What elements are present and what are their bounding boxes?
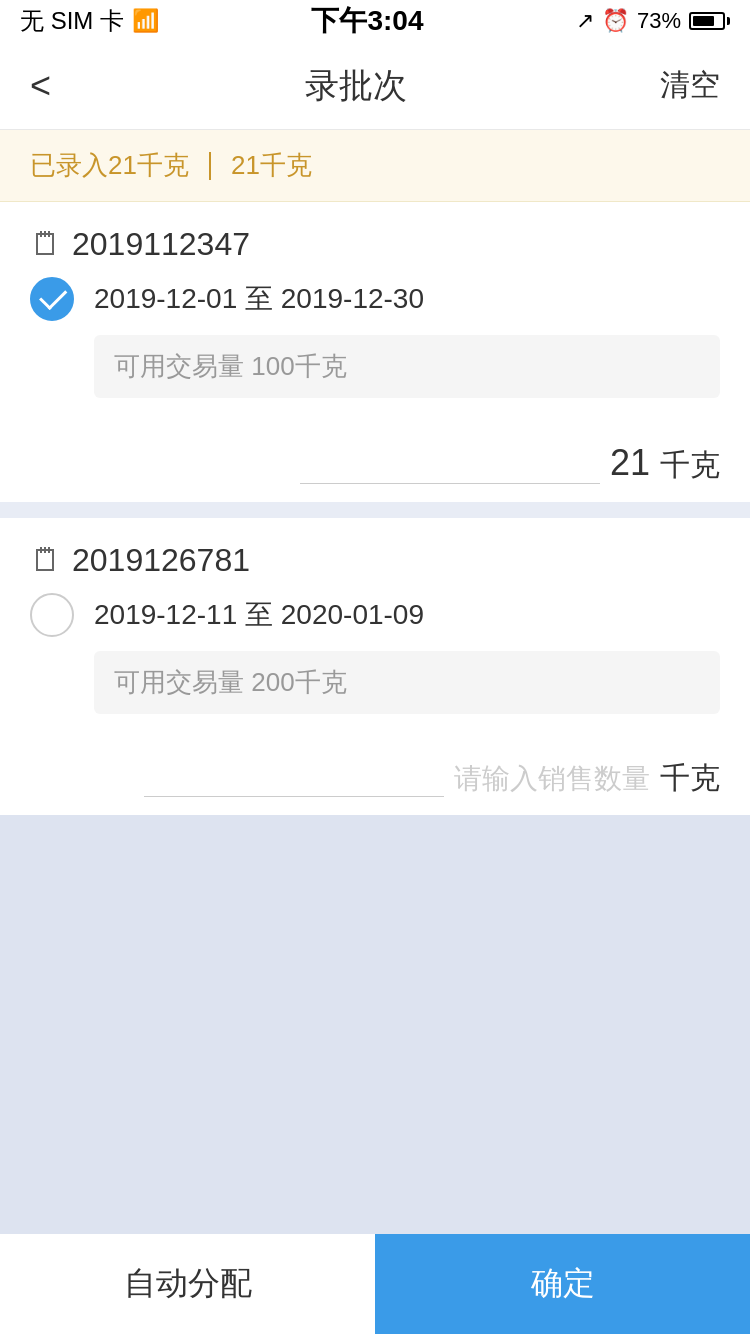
- page-title: 录批次: [305, 63, 407, 109]
- confirm-button[interactable]: 确定: [375, 1234, 750, 1334]
- batch-2-input-row: 请输入销售数量 千克: [0, 748, 750, 815]
- batch-2-icon: 🗒: [30, 542, 62, 579]
- batch-1-amount[interactable]: 21: [610, 442, 650, 484]
- batch-1-amount-row: 21 千克: [0, 432, 750, 502]
- batch-1-unit: 千克: [660, 445, 720, 486]
- batch-2-container: 🗒 2019126781 2019-12-11 至 2020-01-09 可用交…: [0, 518, 750, 815]
- nav-bar: < 录批次 清空: [0, 42, 750, 130]
- auto-distribute-button[interactable]: 自动分配: [0, 1234, 375, 1334]
- status-time: 下午3:04: [311, 2, 423, 40]
- batch-2-date: 2019-12-11 至 2020-01-09: [94, 596, 424, 634]
- sim-label: 无 SIM 卡: [20, 5, 124, 37]
- bottom-bar: 自动分配 确定: [0, 1234, 750, 1334]
- batch-1-header: 🗒 2019112347: [30, 226, 720, 263]
- batch-1-date: 2019-12-01 至 2019-12-30: [94, 280, 424, 318]
- recorded-value-label: 21千克: [231, 148, 312, 183]
- banner-divider: [209, 152, 211, 180]
- status-right: ↗ ⏰ 73%: [576, 8, 730, 34]
- batch-2-number: 2019126781: [72, 542, 250, 579]
- batch-1-icon: 🗒: [30, 226, 62, 263]
- battery-icon: [689, 12, 730, 30]
- section-divider-1: [0, 502, 750, 518]
- batch-1-item: 🗒 2019112347 2019-12-01 至 2019-12-30 可用交…: [0, 202, 750, 432]
- alarm-icon: ⏰: [602, 8, 629, 34]
- batch-1-radio[interactable]: [30, 277, 74, 321]
- batch-1-capacity-text: 可用交易量 100千克: [114, 351, 347, 381]
- batch-2-header: 🗒 2019126781: [30, 542, 720, 579]
- gps-icon: ↗: [576, 8, 594, 34]
- info-banner: 已录入21千克 21千克: [0, 130, 750, 202]
- already-recorded-label: 已录入21千克: [30, 148, 189, 183]
- batch-2-item: 🗒 2019126781 2019-12-11 至 2020-01-09 可用交…: [0, 518, 750, 748]
- batch-2-unit: 千克: [660, 758, 720, 799]
- status-bar: 无 SIM 卡 📶 下午3:04 ↗ ⏰ 73%: [0, 0, 750, 42]
- battery-percent: 73%: [637, 8, 681, 34]
- amount-underline: [300, 483, 600, 484]
- batch-2-capacity-text: 可用交易量 200千克: [114, 667, 347, 697]
- back-button[interactable]: <: [30, 65, 51, 107]
- batch-2-capacity: 可用交易量 200千克: [94, 651, 720, 714]
- clear-button[interactable]: 清空: [660, 65, 720, 106]
- batch-2-row[interactable]: 2019-12-11 至 2020-01-09: [30, 593, 720, 637]
- batch-1-row[interactable]: 2019-12-01 至 2019-12-30: [30, 277, 720, 321]
- wifi-icon: 📶: [132, 8, 159, 34]
- input-underline: [144, 796, 444, 797]
- status-left: 无 SIM 卡 📶: [20, 5, 159, 37]
- batch-1-number: 2019112347: [72, 226, 250, 263]
- bottom-gray-area: [0, 815, 750, 1235]
- batch-1-capacity: 可用交易量 100千克: [94, 335, 720, 398]
- batch-1-container: 🗒 2019112347 2019-12-01 至 2019-12-30 可用交…: [0, 202, 750, 502]
- batch-2-radio[interactable]: [30, 593, 74, 637]
- batch-2-input-placeholder[interactable]: 请输入销售数量: [454, 760, 650, 798]
